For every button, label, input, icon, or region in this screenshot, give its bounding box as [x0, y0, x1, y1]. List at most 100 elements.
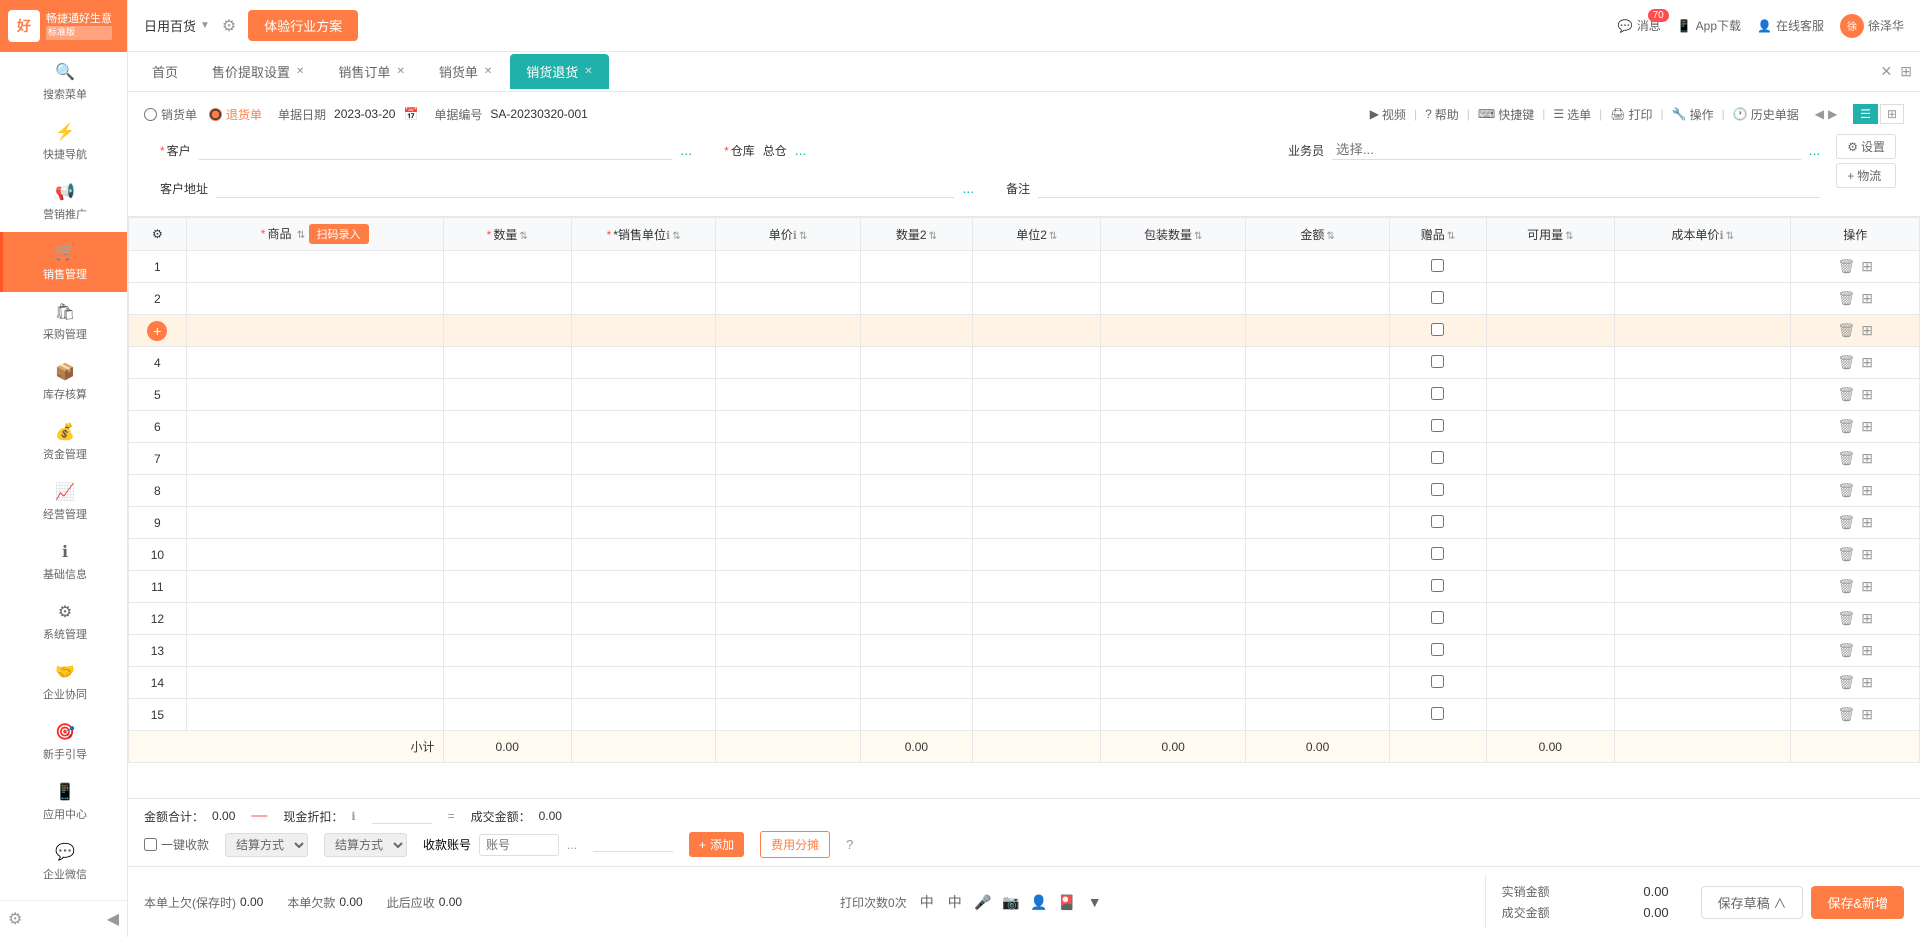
product-cell-9[interactable]	[186, 507, 443, 539]
qty2-cell-10[interactable]	[860, 539, 972, 571]
price-cell-9[interactable]	[716, 507, 860, 539]
date-value[interactable]: 2023-03-20	[334, 107, 395, 121]
gift-checkbox-1[interactable]	[1431, 259, 1444, 272]
cost-cell-4[interactable]	[1614, 347, 1791, 379]
copy-row-9-icon[interactable]: ⊞	[1861, 514, 1873, 531]
cost-cell-2[interactable]	[1614, 283, 1791, 315]
tool6-icon[interactable]: 🎴	[1055, 890, 1079, 914]
pkgqty-cell-5[interactable]	[1101, 379, 1245, 411]
avail-cell-1[interactable]	[1486, 251, 1614, 283]
pkgqty-cell-2[interactable]	[1101, 283, 1245, 315]
gift-checkbox-13[interactable]	[1431, 643, 1444, 656]
address-lookup-btn[interactable]: ...	[962, 180, 974, 196]
sidebar-item-3[interactable]: 🛒 销售管理	[0, 232, 127, 292]
unit-cell-11[interactable]	[571, 571, 715, 603]
qty-cell-15[interactable]	[443, 699, 571, 731]
product-input-3[interactable]	[191, 323, 439, 338]
action-select[interactable]: ☰ 选单	[1553, 106, 1591, 123]
cost-cell-7[interactable]	[1614, 443, 1791, 475]
sort-pkgqty-icon[interactable]: ⇅	[1194, 231, 1202, 242]
product-cell-5[interactable]	[186, 379, 443, 411]
cost-info-icon[interactable]: ℹ	[1719, 230, 1723, 242]
qty2-cell-6[interactable]	[860, 411, 972, 443]
avail-cell-11[interactable]	[1486, 571, 1614, 603]
gift-checkbox-7[interactable]	[1431, 451, 1444, 464]
nav-prev-icon[interactable]: ◀	[1815, 107, 1824, 121]
payment-method-select[interactable]: 结算方式	[225, 833, 308, 857]
amount-cell-9[interactable]	[1245, 507, 1389, 539]
unit2-cell-4[interactable]	[973, 347, 1101, 379]
save-draft-btn[interactable]: 保存草稿 ∧	[1701, 886, 1804, 919]
amount-cell-12[interactable]	[1245, 603, 1389, 635]
gift-cell-3[interactable]	[1390, 315, 1486, 347]
price-cell-7[interactable]	[716, 443, 860, 475]
gift-checkbox-6[interactable]	[1431, 419, 1444, 432]
product-cell-1[interactable]	[186, 251, 443, 283]
unit2-cell-5[interactable]	[973, 379, 1101, 411]
unit-cell-5[interactable]	[571, 379, 715, 411]
tool2-icon[interactable]: 中	[943, 890, 967, 914]
unit2-cell-11[interactable]	[973, 571, 1101, 603]
gift-checkbox-3[interactable]	[1431, 323, 1444, 336]
delete-row-3-icon[interactable]: 🗑	[1837, 322, 1855, 339]
pkgqty-cell-15[interactable]	[1101, 699, 1245, 731]
radio-sale[interactable]: 销货单	[144, 106, 197, 123]
copy-row-8-icon[interactable]: ⊞	[1861, 482, 1873, 499]
delete-row-10-icon[interactable]: 🗑	[1837, 546, 1855, 563]
qty2-cell-5[interactable]	[860, 379, 972, 411]
gift-checkbox-9[interactable]	[1431, 515, 1444, 528]
gift-cell-6[interactable]	[1390, 411, 1486, 443]
cash-discount-info-icon[interactable]: ℹ	[351, 810, 355, 823]
sort-qty2-icon[interactable]: ⇅	[929, 231, 937, 242]
qty-cell-5[interactable]	[443, 379, 571, 411]
delete-row-11-icon[interactable]: 🗑	[1837, 578, 1855, 595]
cost-split-btn[interactable]: 费用分摊	[760, 831, 830, 858]
qty2-cell-12[interactable]	[860, 603, 972, 635]
qty2-cell-13[interactable]	[860, 635, 972, 667]
unit-cell-12[interactable]	[571, 603, 715, 635]
sidebar-item-8[interactable]: ℹ 基础信息	[0, 532, 127, 592]
logistics-btn[interactable]: + 物流	[1836, 163, 1896, 188]
copy-row-14-icon[interactable]: ⊞	[1861, 674, 1873, 691]
sidebar-item-10[interactable]: 🤝 企业协同	[0, 652, 127, 712]
sidebar-item-2[interactable]: 📢 营销推广	[0, 172, 127, 232]
tab-4-close-icon[interactable]: ✕	[584, 66, 592, 77]
price-cell-5[interactable]	[716, 379, 860, 411]
copy-row-11-icon[interactable]: ⊞	[1861, 578, 1873, 595]
qty2-cell-3[interactable]	[860, 315, 972, 347]
gift-cell-13[interactable]	[1390, 635, 1486, 667]
sidebar-settings-icon[interactable]: ⚙	[8, 909, 22, 929]
action-shortcut[interactable]: ⌨ 快捷键	[1478, 106, 1534, 123]
unit2-cell-12[interactable]	[973, 603, 1101, 635]
unit-cell-13[interactable]	[571, 635, 715, 667]
cost-cell-11[interactable]	[1614, 571, 1791, 603]
qty-cell-13[interactable]	[443, 635, 571, 667]
view-btn-card[interactable]: ⊞	[1880, 104, 1904, 124]
gift-cell-5[interactable]	[1390, 379, 1486, 411]
delete-row-15-icon[interactable]: 🗑	[1837, 706, 1855, 723]
payment-amount-input[interactable]	[593, 837, 673, 852]
pkgqty-cell-4[interactable]	[1101, 347, 1245, 379]
unit2-cell-1[interactable]	[973, 251, 1101, 283]
category-selector[interactable]: 日用百货 ▼	[144, 16, 210, 35]
tool4-icon[interactable]: 📷	[999, 890, 1023, 914]
gift-cell-9[interactable]	[1390, 507, 1486, 539]
delete-row-8-icon[interactable]: 🗑	[1837, 482, 1855, 499]
avail-cell-4[interactable]	[1486, 347, 1614, 379]
gift-checkbox-15[interactable]	[1431, 707, 1444, 720]
product-cell-10[interactable]	[186, 539, 443, 571]
unit2-cell-14[interactable]	[973, 667, 1101, 699]
amount-cell-6[interactable]	[1245, 411, 1389, 443]
settings-btn[interactable]: ⚙ 设置	[1836, 134, 1896, 159]
tab-1-close-icon[interactable]: ✕	[296, 66, 304, 77]
sort-product-icon[interactable]: ⇅	[297, 230, 305, 241]
gift-cell-8[interactable]	[1390, 475, 1486, 507]
sort-unit2-icon[interactable]: ⇅	[1049, 231, 1057, 242]
sidebar-item-11[interactable]: 🎯 新手引导	[0, 712, 127, 772]
nav-next-icon[interactable]: ▶	[1828, 107, 1837, 121]
avail-cell-7[interactable]	[1486, 443, 1614, 475]
one-key-pay-input[interactable]	[144, 838, 157, 851]
calc-method-select[interactable]: 结算方式	[324, 833, 407, 857]
avail-cell-9[interactable]	[1486, 507, 1614, 539]
sidebar-collapse-icon[interactable]: ◀	[107, 909, 119, 929]
